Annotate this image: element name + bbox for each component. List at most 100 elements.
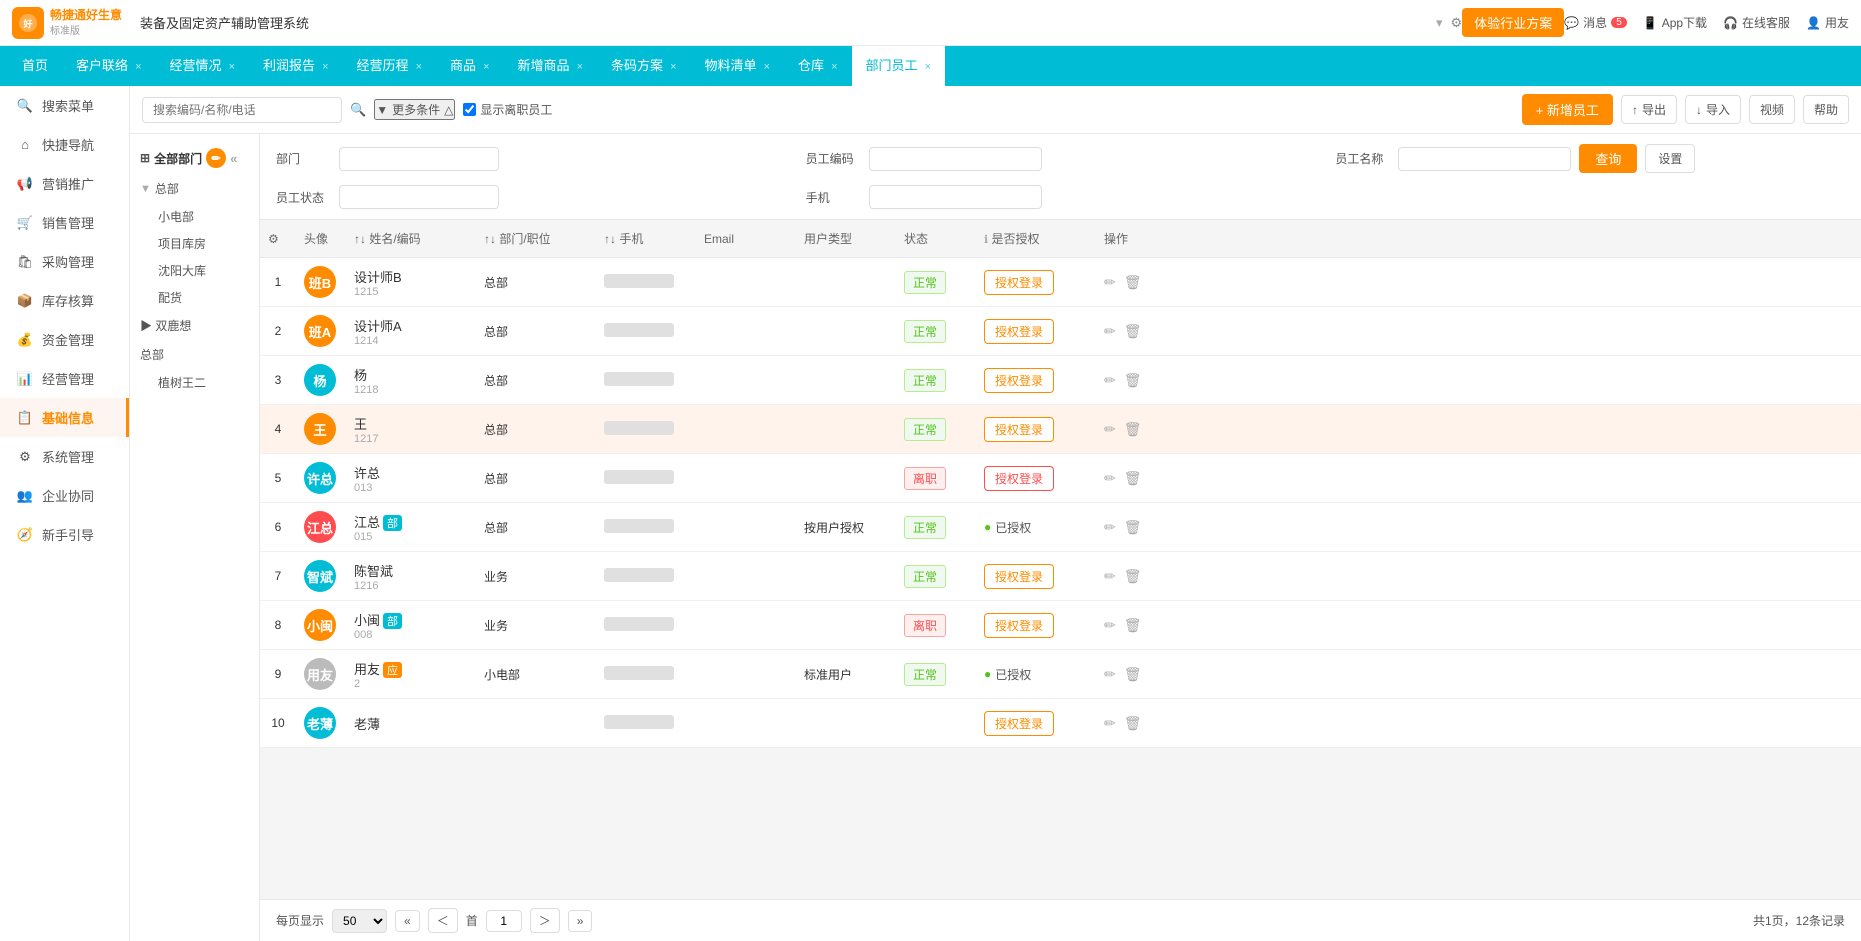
show-resigned-checkbox[interactable]	[463, 103, 476, 116]
nav-item-经营情况[interactable]: 经营情况 ×	[156, 46, 250, 86]
user-avatar-btn[interactable]: 👤 用友	[1806, 14, 1849, 31]
page-input[interactable]	[486, 910, 522, 932]
nav-item-条码方案[interactable]: 条码方案 ×	[597, 46, 691, 86]
nav-item-客户联络[interactable]: 客户联络 ×	[62, 46, 156, 86]
sidebar-item-营销推广[interactable]: 📢营销推广	[0, 164, 129, 203]
delete-icon[interactable]: 🗑	[1124, 274, 1142, 291]
nav-item-首页[interactable]: 首页	[8, 46, 62, 86]
nav-item-新增商品[interactable]: 新增商品 ×	[504, 46, 598, 86]
nav-close-icon[interactable]: ×	[226, 61, 235, 73]
nav-close-icon[interactable]: ×	[761, 61, 770, 73]
message-btn[interactable]: 💬 消息 5	[1564, 14, 1627, 31]
edit-icon[interactable]: ✏	[1104, 519, 1116, 536]
nav-item-部门员工[interactable]: 部门员工 ×	[852, 46, 946, 86]
search-input[interactable]	[142, 97, 342, 123]
delete-icon[interactable]: 🗑	[1124, 519, 1142, 536]
next-page-btn[interactable]: ＞	[530, 908, 560, 933]
sidebar-item-销售管理[interactable]: 🛒销售管理	[0, 203, 129, 242]
import-button[interactable]: ↓ 导入	[1685, 95, 1741, 124]
dept-item-总部[interactable]: ▼ 总部	[130, 174, 259, 203]
dept-sub-item-植树王二[interactable]: 植树王二	[130, 369, 259, 396]
settings-icon[interactable]: ⚙	[1451, 15, 1463, 31]
edit-icon[interactable]: ✏	[1104, 274, 1116, 291]
nav-item-物料清单[interactable]: 物料清单 ×	[691, 46, 785, 86]
sidebar-item-企业协同[interactable]: 👥企业协同	[0, 476, 129, 515]
dept-item-总部[interactable]: 总部	[130, 340, 259, 369]
dept-sub-item-配货[interactable]: 配货	[130, 284, 259, 311]
show-resigned-label[interactable]: 显示离职员工	[463, 101, 552, 118]
add-employee-button[interactable]: + 新增员工	[1522, 94, 1613, 125]
delete-icon[interactable]: 🗑	[1124, 568, 1142, 585]
dept-edit-icon[interactable]: ✏	[206, 148, 226, 168]
sidebar-item-新手引导[interactable]: 🧭新手引导	[0, 515, 129, 554]
reset-button[interactable]: 设置	[1645, 144, 1695, 173]
nav-close-icon[interactable]: ×	[132, 61, 141, 73]
sidebar-item-基础信息[interactable]: 📋基础信息	[0, 398, 129, 437]
nav-item-商品[interactable]: 商品 ×	[436, 46, 504, 86]
th-settings[interactable]: ⚙	[260, 220, 296, 258]
dept-item-▶ 双鹿想[interactable]: ▶ 双鹿想	[130, 311, 259, 340]
edit-icon[interactable]: ✏	[1104, 568, 1116, 585]
auth-button[interactable]: 授权登录	[984, 564, 1054, 589]
empstatus-filter-select[interactable]	[339, 185, 499, 209]
auth-button[interactable]: 授权登录	[984, 613, 1054, 638]
sidebar-item-库存核算[interactable]: 📦库存核算	[0, 281, 129, 320]
phone-filter-input[interactable]	[869, 185, 1042, 209]
nav-close-icon[interactable]: ×	[828, 61, 837, 73]
delete-icon[interactable]: 🗑	[1124, 323, 1142, 340]
nav-close-icon[interactable]: ×	[480, 61, 489, 73]
dept-filter-select[interactable]	[339, 147, 499, 171]
dept-sub-item-小电部[interactable]: 小电部	[130, 203, 259, 230]
prev-page-btn[interactable]: ＜	[428, 908, 458, 933]
nav-item-仓库[interactable]: 仓库 ×	[784, 46, 852, 86]
delete-icon[interactable]: 🗑	[1124, 666, 1142, 683]
edit-icon[interactable]: ✏	[1104, 715, 1116, 732]
empname-filter-input[interactable]	[1398, 147, 1571, 171]
online-service-btn[interactable]: 🎧 在线客服	[1723, 14, 1790, 31]
sidebar-item-经营管理[interactable]: 📊经营管理	[0, 359, 129, 398]
app-download-btn[interactable]: 📱 App下载	[1643, 14, 1707, 31]
auth-button[interactable]: 授权登录	[984, 368, 1054, 393]
nav-close-icon[interactable]: ×	[574, 61, 583, 73]
delete-icon[interactable]: 🗑	[1124, 421, 1142, 438]
view-button[interactable]: 视频	[1749, 95, 1795, 124]
empcode-filter-input[interactable]	[869, 147, 1042, 171]
nav-close-icon[interactable]: ×	[667, 61, 676, 73]
export-button[interactable]: ↑ 导出	[1621, 95, 1677, 124]
sidebar-item-系统管理[interactable]: ⚙系统管理	[0, 437, 129, 476]
delete-icon[interactable]: 🗑	[1124, 617, 1142, 634]
help-button[interactable]: 帮助	[1803, 95, 1849, 124]
nav-item-利润报告[interactable]: 利润报告 ×	[249, 46, 343, 86]
search-button[interactable]: 🔍	[350, 102, 366, 118]
auth-button[interactable]: 授权登录	[984, 319, 1054, 344]
dept-sub-item-项目库房[interactable]: 项目库房	[130, 230, 259, 257]
auth-button[interactable]: 授权登录	[984, 417, 1054, 442]
first-page-btn[interactable]: «	[395, 910, 420, 932]
edit-icon[interactable]: ✏	[1104, 470, 1116, 487]
edit-icon[interactable]: ✏	[1104, 323, 1116, 340]
dept-sub-item-沈阳大库[interactable]: 沈阳大库	[130, 257, 259, 284]
nav-close-icon[interactable]: ×	[922, 61, 931, 73]
trial-button[interactable]: 体验行业方案	[1462, 8, 1564, 37]
query-button[interactable]: 查询	[1579, 144, 1637, 173]
dept-collapse-btn[interactable]: «	[230, 151, 237, 166]
edit-icon[interactable]: ✏	[1104, 666, 1116, 683]
delete-icon[interactable]: 🗑	[1124, 372, 1142, 389]
edit-icon[interactable]: ✏	[1104, 421, 1116, 438]
auth-button[interactable]: 授权登录	[984, 466, 1054, 491]
sidebar-item-搜索菜单[interactable]: 🔍搜索菜单	[0, 86, 129, 125]
auth-button[interactable]: 授权登录	[984, 270, 1054, 295]
system-dropdown-icon[interactable]: ▾	[1436, 15, 1443, 31]
edit-icon[interactable]: ✏	[1104, 617, 1116, 634]
last-page-btn[interactable]: »	[568, 910, 593, 932]
sidebar-item-采购管理[interactable]: 🛍采购管理	[0, 242, 129, 281]
sidebar-item-资金管理[interactable]: 💰资金管理	[0, 320, 129, 359]
edit-icon[interactable]: ✏	[1104, 372, 1116, 389]
nav-item-经营历程[interactable]: 经营历程 ×	[343, 46, 437, 86]
sidebar-item-快捷导航[interactable]: ⌂快捷导航	[0, 125, 129, 164]
nav-close-icon[interactable]: ×	[413, 61, 422, 73]
delete-icon[interactable]: 🗑	[1124, 715, 1142, 732]
delete-icon[interactable]: 🗑	[1124, 470, 1142, 487]
per-page-select[interactable]: 50 20 100	[332, 909, 387, 933]
more-filter-btn[interactable]: ▼ 更多条件 △	[374, 99, 455, 120]
